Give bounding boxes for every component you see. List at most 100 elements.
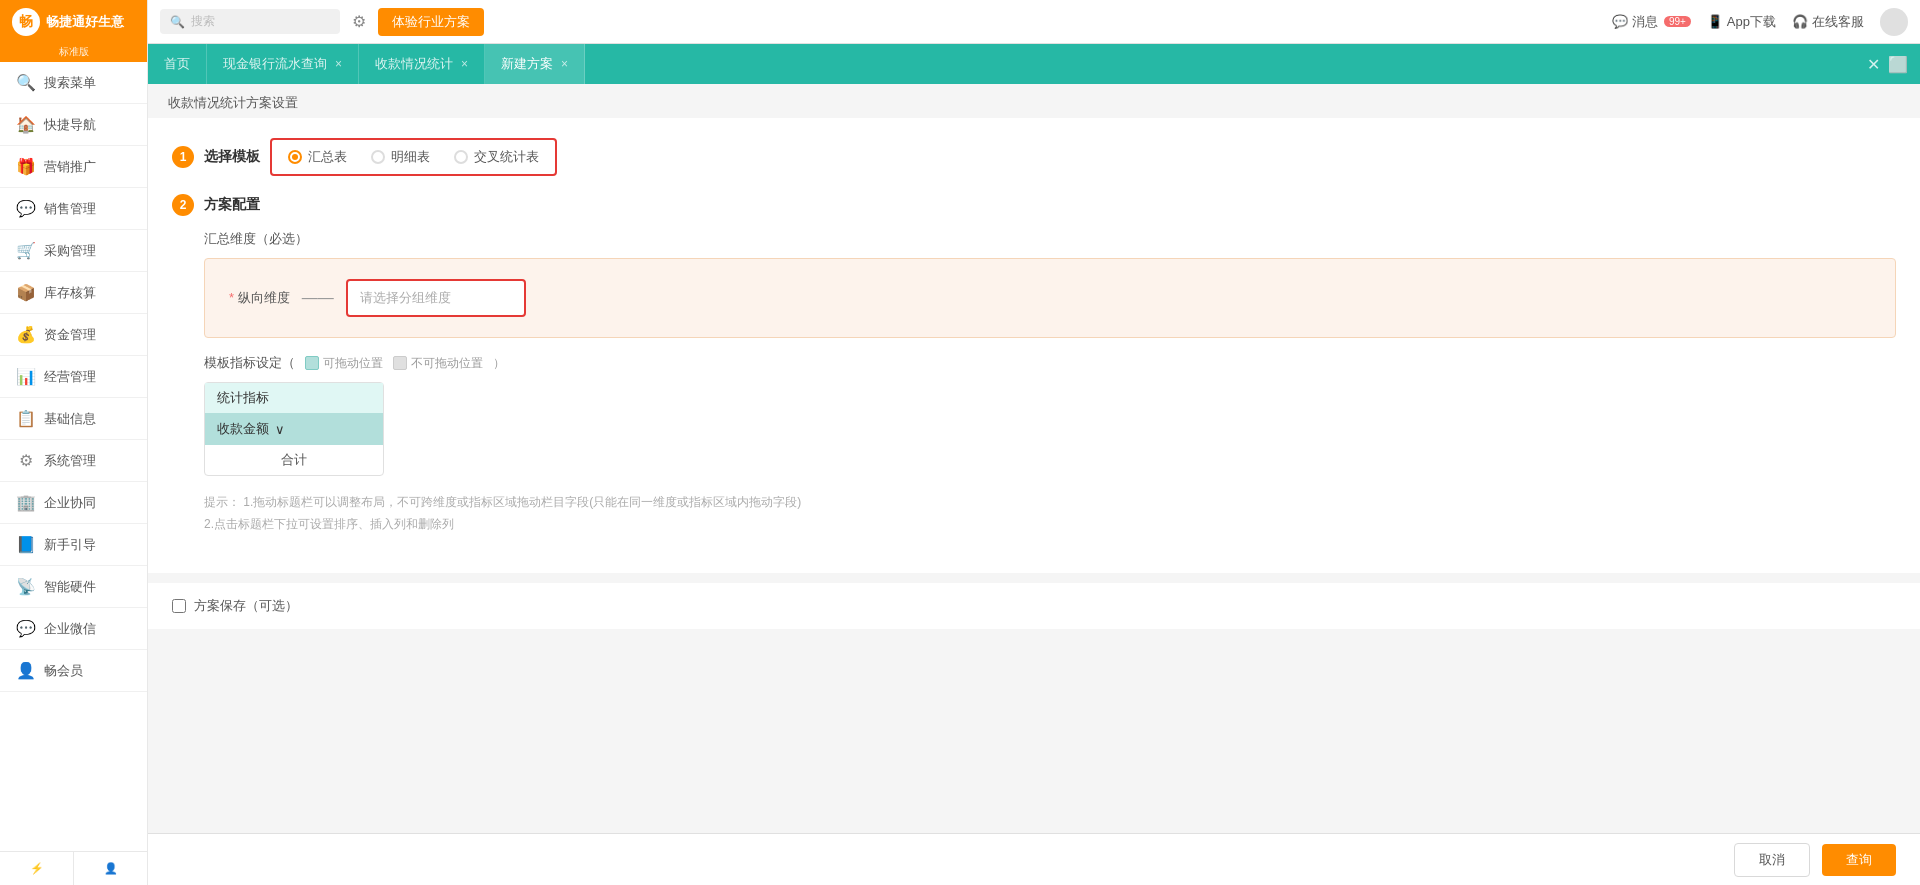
- book-icon: 📘: [16, 535, 36, 554]
- content-area: 收款情况统计方案设置 1 选择模板 汇总表 明细表: [148, 84, 1920, 885]
- query-button[interactable]: 查询: [1822, 844, 1896, 876]
- save-checkbox[interactable]: [172, 599, 186, 613]
- radio-detail[interactable]: 明细表: [371, 148, 430, 166]
- radio-cross-dot: [454, 150, 468, 164]
- radio-detail-label: 明细表: [391, 148, 430, 166]
- legend-fixed-box: [393, 356, 407, 370]
- user-avatar[interactable]: [1880, 8, 1908, 36]
- legend-draggable-label: 可拖动位置: [323, 355, 383, 372]
- legend-close-paren: ）: [493, 355, 505, 372]
- message-icon: 💬: [1612, 14, 1628, 29]
- radio-summary[interactable]: 汇总表: [288, 148, 347, 166]
- tab-new-plan[interactable]: 新建方案 ×: [485, 44, 585, 84]
- step1-section: 1 选择模板 汇总表 明细表 交叉统计表: [172, 138, 1896, 176]
- tab-collection-stat[interactable]: 收款情况统计 ×: [359, 44, 485, 84]
- sidebar-item-finance[interactable]: 💰 资金管理: [0, 314, 147, 356]
- logo-text: 畅捷通好生意: [46, 14, 124, 30]
- search-icon: 🔍: [16, 73, 36, 92]
- money-icon: 💰: [16, 325, 36, 344]
- sidebar-item-purchase[interactable]: 🛒 采购管理: [0, 230, 147, 272]
- tab-actions: ✕ ⬜: [1867, 44, 1920, 84]
- tab-home[interactable]: 首页: [148, 44, 207, 84]
- indicator-setting-header: 模板指标设定（ 可拖动位置 不可拖动位置 ）: [204, 354, 1896, 372]
- legend-draggable: 可拖动位置: [305, 355, 383, 372]
- sidebar-item-smart-hw[interactable]: 📡 智能硬件: [0, 566, 147, 608]
- sidebar-item-label: 系统管理: [44, 452, 96, 470]
- sidebar-bottom-btn2[interactable]: 👤: [74, 852, 147, 885]
- sidebar-item-search-menu[interactable]: 🔍 搜索菜单: [0, 62, 147, 104]
- nav-tabs: 首页 现金银行流水查询 × 收款情况统计 × 新建方案 × ✕ ⬜: [148, 44, 1920, 84]
- sidebar-item-marketing[interactable]: 🎁 营销推广: [0, 146, 147, 188]
- app-download-icon: 📱: [1707, 14, 1723, 29]
- message-badge: 99+: [1664, 16, 1691, 27]
- sidebar-item-newbie[interactable]: 📘 新手引导: [0, 524, 147, 566]
- row-label: 合计: [281, 452, 307, 467]
- template-radio-group: 汇总表 明细表 交叉统计表: [270, 138, 557, 176]
- footer-bar: 取消 查询: [148, 833, 1920, 885]
- tab-bank-flow-close[interactable]: ×: [335, 57, 342, 71]
- tip-2: 2.点击标题栏下拉可设置排序、插入列和删除列: [204, 514, 1896, 536]
- sidebar-item-stock[interactable]: 📦 库存核算: [0, 272, 147, 314]
- online-service-button[interactable]: 🎧 在线客服: [1792, 13, 1864, 31]
- sidebar-item-label: 快捷导航: [44, 116, 96, 134]
- maximize-icon[interactable]: ⬜: [1888, 55, 1908, 74]
- gear-settings-icon[interactable]: ⚙: [352, 12, 366, 31]
- step2-section: 2 方案配置 汇总维度（必选） * 纵向维度 ——: [172, 194, 1896, 535]
- radio-cross-label: 交叉统计表: [474, 148, 539, 166]
- main-area: 🔍 搜索 ⚙ 体验行业方案 💬 消息 99+ 📱 App下载 🎧 在线客服 首页: [148, 0, 1920, 885]
- sidebar-item-label: 销售管理: [44, 200, 96, 218]
- tip-1: 提示： 1.拖动标题栏可以调整布局，不可跨维度或指标区域拖动栏目字段(只能在同一…: [204, 492, 1896, 514]
- sidebar-item-label: 营销推广: [44, 158, 96, 176]
- sidebar-item-enterprise[interactable]: 🏢 企业协同: [0, 482, 147, 524]
- legend-draggable-box: [305, 356, 319, 370]
- radio-cross[interactable]: 交叉统计表: [454, 148, 539, 166]
- save-label: 方案保存（可选）: [194, 597, 298, 615]
- topbar-search[interactable]: 🔍 搜索: [160, 9, 340, 34]
- col-dropdown-icon: ∨: [275, 422, 285, 437]
- dimension-label-text: 汇总维度（必选）: [204, 231, 308, 246]
- sidebar-item-label: 库存核算: [44, 284, 96, 302]
- tab-collection-stat-close[interactable]: ×: [461, 57, 468, 71]
- page-header: 收款情况统计方案设置: [148, 84, 1920, 118]
- dimension-placeholder: 请选择分组维度: [360, 290, 451, 305]
- service-icon: 🎧: [1792, 14, 1808, 29]
- sidebar-bottom-btn1[interactable]: ⚡: [0, 852, 74, 885]
- tab-new-plan-label: 新建方案: [501, 55, 553, 73]
- sidebar-item-basic[interactable]: 📋 基础信息: [0, 398, 147, 440]
- sidebar-item-wechat[interactable]: 💬 企业微信: [0, 608, 147, 650]
- sidebar-item-quick-nav[interactable]: 🏠 快捷导航: [0, 104, 147, 146]
- sidebar-item-label: 智能硬件: [44, 578, 96, 596]
- dimension-area: * 纵向维度 —— 请选择分组维度: [204, 258, 1896, 338]
- sidebar-item-label: 基础信息: [44, 410, 96, 428]
- indicator-col-header[interactable]: 收款金额 ∨: [205, 414, 383, 445]
- radio-summary-dot: [288, 150, 302, 164]
- online-service-label: 在线客服: [1812, 13, 1864, 31]
- indicator-table-header-label: 统计指标: [217, 389, 269, 407]
- dimension-select[interactable]: 请选择分组维度: [346, 279, 526, 317]
- message-button[interactable]: 💬 消息 99+: [1612, 13, 1691, 31]
- sidebar-item-label: 新手引导: [44, 536, 96, 554]
- sidebar-item-operation[interactable]: 📊 经营管理: [0, 356, 147, 398]
- building-icon: 🏢: [16, 493, 36, 512]
- sidebar: 畅 畅捷通好生意 标准版 🔍 搜索菜单 🏠 快捷导航 🎁 营销推广 💬 销售管理…: [0, 0, 148, 885]
- tab-new-plan-close[interactable]: ×: [561, 57, 568, 71]
- sidebar-item-sales[interactable]: 💬 销售管理: [0, 188, 147, 230]
- app-download-label: App下载: [1727, 13, 1776, 31]
- sidebar-item-system[interactable]: ⚙ 系统管理: [0, 440, 147, 482]
- dimension-section-label: 汇总维度（必选）: [204, 230, 1896, 248]
- trial-button[interactable]: 体验行业方案: [378, 8, 484, 36]
- radio-summary-label: 汇总表: [308, 148, 347, 166]
- indicator-setting: 模板指标设定（ 可拖动位置 不可拖动位置 ）: [204, 354, 1896, 476]
- dimension-required-star: * 纵向维度: [229, 289, 290, 307]
- legend-fixed: 不可拖动位置: [393, 355, 483, 372]
- cancel-button[interactable]: 取消: [1734, 843, 1810, 877]
- close-window-icon[interactable]: ✕: [1867, 55, 1880, 74]
- sidebar-edition: 标准版: [0, 44, 147, 62]
- sidebar-item-member[interactable]: 👤 畅会员: [0, 650, 147, 692]
- chart-icon: 📊: [16, 367, 36, 386]
- sidebar-item-label: 企业微信: [44, 620, 96, 638]
- list-icon: 📋: [16, 409, 36, 428]
- step1-title: 选择模板: [204, 148, 260, 166]
- tab-bank-flow[interactable]: 现金银行流水查询 ×: [207, 44, 359, 84]
- app-download-button[interactable]: 📱 App下载: [1707, 13, 1776, 31]
